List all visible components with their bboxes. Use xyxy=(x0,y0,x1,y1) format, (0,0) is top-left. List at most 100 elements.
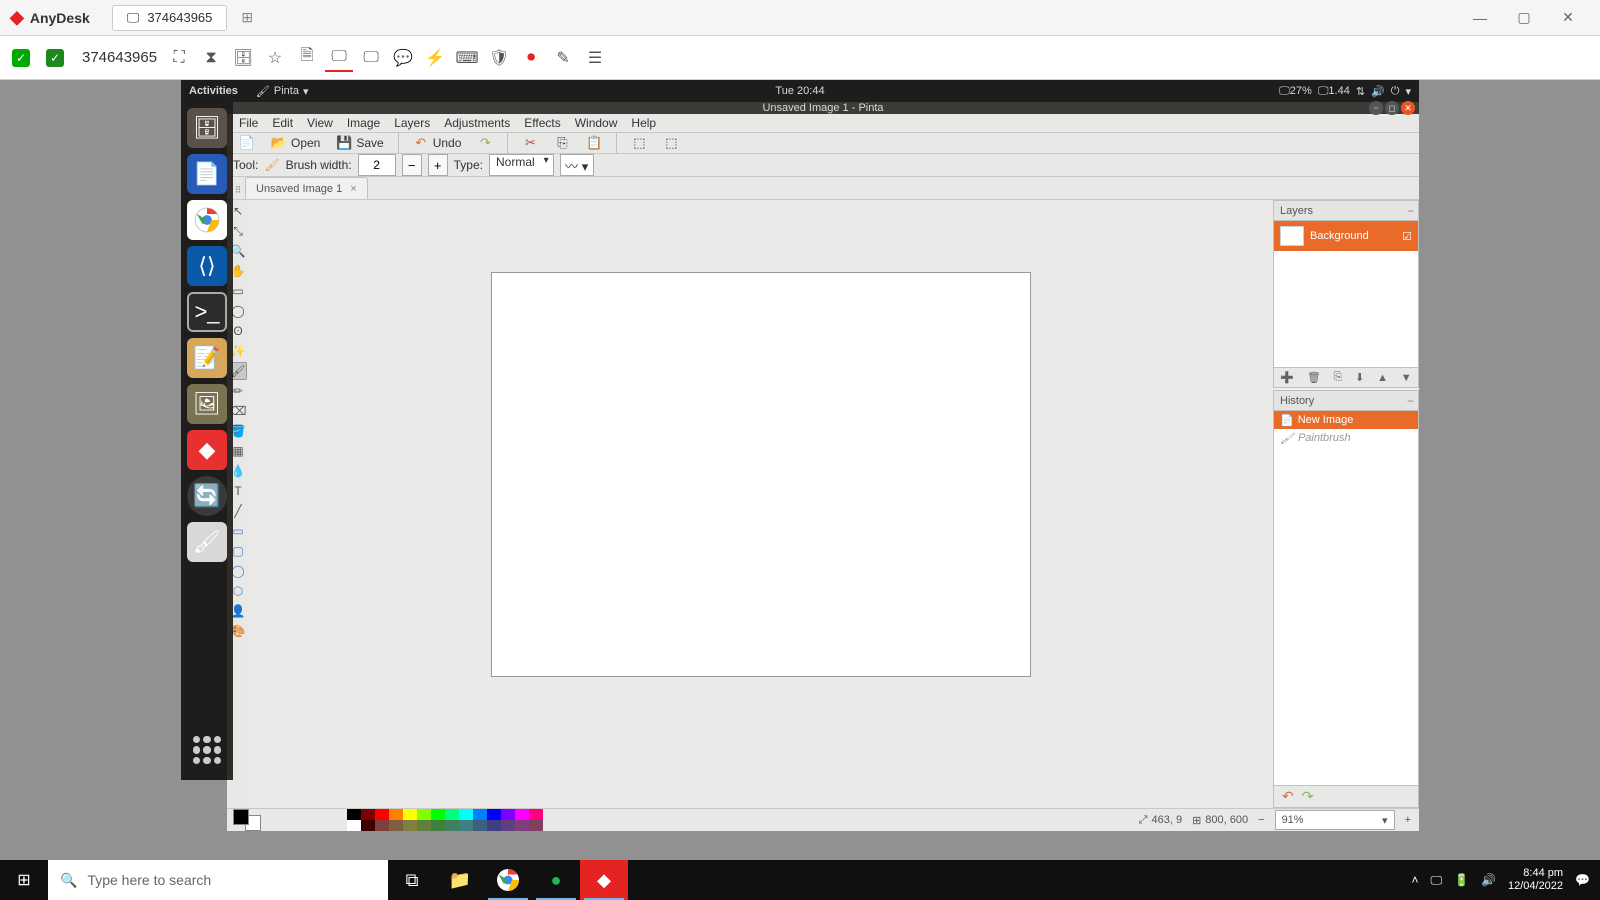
search-box[interactable]: 🔍 Type here to search xyxy=(48,860,388,900)
taskbar-clock[interactable]: 8:44 pm 12/04/2022 xyxy=(1508,867,1563,893)
app-indicator[interactable]: 🖌 Pinta ▾ xyxy=(256,85,309,98)
crop-button[interactable]: ⬚ xyxy=(625,133,653,153)
minimize-panel-icon[interactable]: − xyxy=(1407,394,1414,408)
maximize-button[interactable]: ▢ xyxy=(1502,2,1546,34)
palette-color[interactable] xyxy=(361,820,375,831)
history-item[interactable]: 📄 New Image xyxy=(1274,411,1418,429)
palette-color[interactable] xyxy=(347,820,361,831)
tray-volume-icon[interactable]: 🔊 xyxy=(1481,873,1496,887)
palette-color[interactable] xyxy=(445,809,459,820)
pinta-maximize-button[interactable]: ◻ xyxy=(1385,101,1399,115)
layer-duplicate-icon[interactable]: ⎘ xyxy=(1334,371,1343,384)
palette-color[interactable] xyxy=(473,820,487,831)
favorite-icon[interactable]: ☆ xyxy=(261,44,289,72)
save-button[interactable]: 💾Save xyxy=(330,133,389,153)
document-tab[interactable]: Unsaved Image 1 × xyxy=(245,177,368,199)
undo-button[interactable]: ↶Undo xyxy=(407,133,468,153)
pinta-title-bar[interactable]: Unsaved Image 1 - Pinta − ◻ ✕ xyxy=(227,102,1419,114)
close-tab-icon[interactable]: × xyxy=(350,183,356,195)
menu-adjustments[interactable]: Adjustments xyxy=(438,114,516,132)
dock-pinta[interactable]: 🖌 xyxy=(187,522,227,562)
history-undo-icon[interactable]: ↶ xyxy=(1282,788,1294,805)
palette-color[interactable] xyxy=(515,820,529,831)
start-button[interactable]: ⊞ xyxy=(0,860,48,900)
zoom-out-icon[interactable]: − xyxy=(1258,814,1264,826)
pinta-close-button[interactable]: ✕ xyxy=(1401,101,1415,115)
palette-color[interactable] xyxy=(487,820,501,831)
palette-color[interactable] xyxy=(431,809,445,820)
taskbar-anydesk[interactable]: ◆ xyxy=(580,860,628,900)
layer-add-icon[interactable]: ➕ xyxy=(1280,371,1294,384)
chevron-down-icon[interactable]: ▾ xyxy=(1405,85,1411,98)
palette-color[interactable] xyxy=(389,820,403,831)
network-icon[interactable]: ⇅ xyxy=(1356,85,1365,98)
palette-color[interactable] xyxy=(375,820,389,831)
dock-image-viewer[interactable]: 🖼 xyxy=(187,384,227,424)
menu-file[interactable]: File xyxy=(233,114,264,132)
foreground-color[interactable] xyxy=(233,809,249,825)
taskbar-spotify[interactable]: ● xyxy=(532,860,580,900)
menu-effects[interactable]: Effects xyxy=(518,114,566,132)
hourglass-icon[interactable]: ⧗ xyxy=(197,44,225,72)
ubuntu-clock[interactable]: Tue 20:44 xyxy=(775,85,824,97)
menu-window[interactable]: Window xyxy=(569,114,624,132)
palette-color[interactable] xyxy=(445,820,459,831)
history-redo-icon[interactable]: ↷ xyxy=(1302,788,1314,805)
cut-button[interactable]: ✂ xyxy=(516,133,544,153)
copy-button[interactable]: ⎘ xyxy=(548,133,576,153)
tab-handle-icon[interactable]: ⠿ xyxy=(231,181,245,199)
palette-color[interactable] xyxy=(417,820,431,831)
dock-terminal[interactable]: >_ xyxy=(187,292,227,332)
dock-show-apps[interactable] xyxy=(187,730,227,770)
brush-increase-button[interactable]: + xyxy=(428,154,448,176)
history-panel-header[interactable]: History − xyxy=(1274,391,1418,411)
dock-vscode[interactable]: ⟨⟩ xyxy=(187,246,227,286)
palette-color[interactable] xyxy=(361,809,375,820)
minimize-panel-icon[interactable]: − xyxy=(1407,204,1414,218)
palette-color[interactable] xyxy=(515,809,529,820)
palette-color[interactable] xyxy=(487,809,501,820)
menu-view[interactable]: View xyxy=(301,114,339,132)
storage-icon[interactable]: 🗄 xyxy=(229,44,257,72)
palette-color[interactable] xyxy=(529,809,543,820)
tray-display-icon[interactable]: 🖵 xyxy=(1431,873,1443,888)
palette-color[interactable] xyxy=(529,820,543,831)
actions-icon[interactable]: ⚡ xyxy=(421,44,449,72)
monitor-settings-icon[interactable]: 🖵 xyxy=(357,44,385,72)
layer-merge-icon[interactable]: ⬇ xyxy=(1355,371,1364,384)
menu-icon[interactable]: ☰ xyxy=(581,44,609,72)
brush-type-select[interactable]: Normal xyxy=(489,154,554,176)
record-icon[interactable]: ⏺ xyxy=(517,44,545,72)
zoom-in-icon[interactable]: + xyxy=(1405,814,1411,826)
tray-battery-icon[interactable]: 🔋 xyxy=(1454,873,1469,887)
new-tab-icon[interactable]: ⊞ xyxy=(241,9,253,26)
keyboard-icon[interactable]: ⌨ xyxy=(453,44,481,72)
layer-down-icon[interactable]: ▼ xyxy=(1401,372,1412,384)
file-icon[interactable]: 🗎 xyxy=(293,44,321,72)
line-style-select[interactable]: 〰 ▾ xyxy=(560,154,594,176)
palette-color[interactable] xyxy=(501,809,515,820)
palette-color[interactable] xyxy=(389,809,403,820)
dock-updater[interactable]: 🔄 xyxy=(187,476,227,516)
redo-button[interactable]: ↷ xyxy=(471,133,499,153)
menu-edit[interactable]: Edit xyxy=(266,114,299,132)
brush-width-input[interactable] xyxy=(358,154,396,176)
color-swatch[interactable] xyxy=(233,809,261,831)
volume-icon[interactable]: 🔊 xyxy=(1371,85,1385,98)
brush-decrease-button[interactable]: − xyxy=(402,154,422,176)
zoom-select[interactable]: 91% xyxy=(1275,810,1395,830)
menu-image[interactable]: Image xyxy=(341,114,386,132)
minimize-button[interactable]: — xyxy=(1458,2,1502,34)
taskbar-chrome[interactable] xyxy=(484,860,532,900)
history-item[interactable]: 🖌 Paintbrush xyxy=(1274,429,1418,447)
close-button[interactable]: ✕ xyxy=(1546,2,1590,34)
taskbar-explorer[interactable]: 📁 xyxy=(436,860,484,900)
anydesk-session-tab[interactable]: 🖵 374643965 xyxy=(112,5,228,31)
canvas-area[interactable] xyxy=(249,200,1273,808)
palette-color[interactable] xyxy=(347,809,361,820)
activities-button[interactable]: Activities xyxy=(189,85,238,97)
menu-layers[interactable]: Layers xyxy=(388,114,436,132)
layers-panel-header[interactable]: Layers − xyxy=(1274,201,1418,221)
dock-notes[interactable]: 📝 xyxy=(187,338,227,378)
palette-color[interactable] xyxy=(375,809,389,820)
